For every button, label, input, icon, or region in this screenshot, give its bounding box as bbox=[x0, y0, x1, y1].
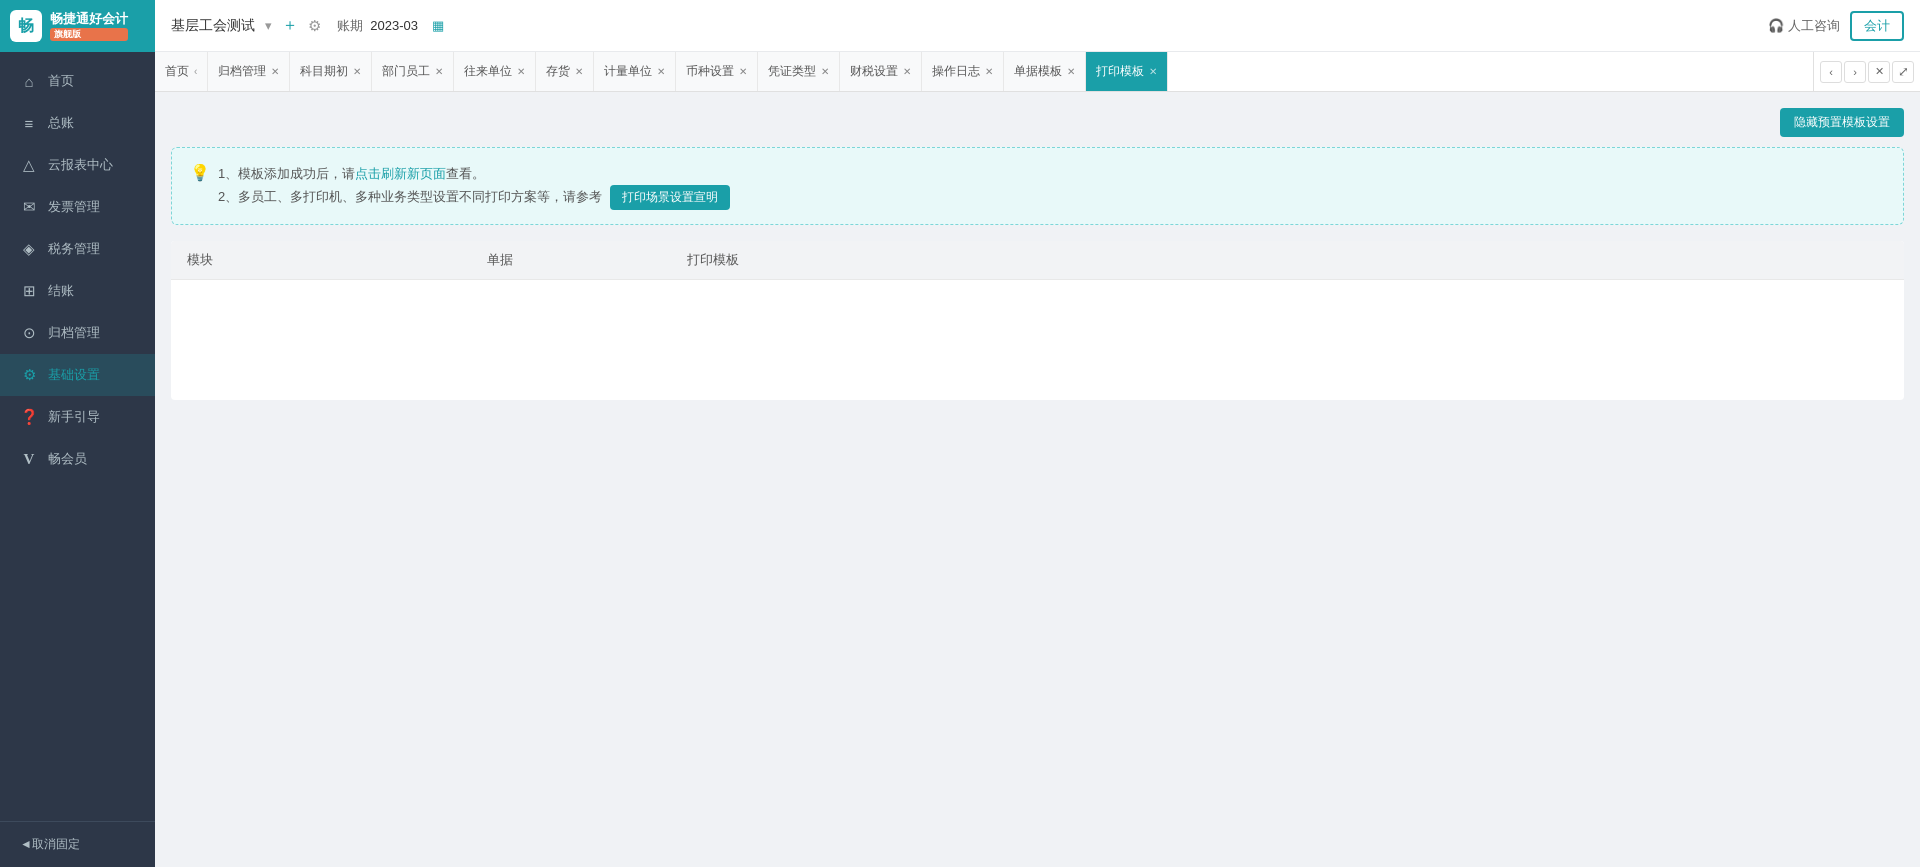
tab-archive[interactable]: 归档管理 ✕ bbox=[208, 52, 290, 91]
sidebar-item-reports[interactable]: △ 云报表中心 bbox=[0, 144, 155, 186]
sidebar-item-tax[interactable]: ◈ 税务管理 bbox=[0, 228, 155, 270]
tab-printtemplate[interactable]: 打印模板 ✕ bbox=[1086, 52, 1168, 91]
lightbulb-icon: 💡 bbox=[190, 163, 210, 182]
tab-currency[interactable]: 币种设置 ✕ bbox=[676, 52, 758, 91]
tab-prev-button[interactable]: ‹ bbox=[1820, 61, 1842, 83]
tab-voucher-close[interactable]: ✕ bbox=[821, 66, 829, 77]
tab-taxsettings[interactable]: 财税设置 ✕ bbox=[840, 52, 922, 91]
notice-box: 💡 1、模板添加成功后，请点击刷新新页面查看。 2、多员工、多打印机、多种业务类… bbox=[171, 147, 1904, 225]
tab-next-button[interactable]: › bbox=[1844, 61, 1866, 83]
headset-icon: 🎧 bbox=[1768, 18, 1784, 33]
sidebar-item-guide[interactable]: ❓ 新手引导 bbox=[0, 396, 155, 438]
table-header: 模块 单据 打印模板 bbox=[171, 241, 1904, 280]
settings-icon: ⚙ bbox=[20, 366, 38, 384]
notice-content: 💡 1、模板添加成功后，请点击刷新新页面查看。 2、多员工、多打印机、多种业务类… bbox=[190, 162, 1885, 210]
refresh-link[interactable]: 点击刷新新页面 bbox=[355, 166, 446, 181]
invoice-icon: ✉ bbox=[20, 198, 38, 216]
home-icon: ⌂ bbox=[20, 73, 38, 90]
tab-printtemplate-close[interactable]: ✕ bbox=[1149, 66, 1157, 77]
tab-dept[interactable]: 部门员工 ✕ bbox=[372, 52, 454, 91]
sidebar-nav: ⌂ 首页 ≡ 总账 △ 云报表中心 ✉ 发票管理 ◈ 税务管理 ⊞ 结账 ⊙ 归… bbox=[0, 52, 155, 821]
tab-inventory-close[interactable]: ✕ bbox=[575, 66, 583, 77]
tab-list: 首页 ‹ 归档管理 ✕ 科目期初 ✕ 部门员工 ✕ 往来单位 ✕ 存货 ✕ bbox=[155, 52, 1813, 91]
company-dropdown-icon[interactable]: ▾ bbox=[265, 18, 272, 33]
tab-taxsettings-close[interactable]: ✕ bbox=[903, 66, 911, 77]
tab-dept-close[interactable]: ✕ bbox=[435, 66, 443, 77]
tab-subject-close[interactable]: ✕ bbox=[353, 66, 361, 77]
tab-unit[interactable]: 计量单位 ✕ bbox=[594, 52, 676, 91]
content-area: 隐藏预置模板设置 💡 1、模板添加成功后，请点击刷新新页面查看。 2、多员工、多… bbox=[155, 92, 1920, 867]
col-doc-header: 单据 bbox=[471, 241, 671, 279]
tab-oplog-close[interactable]: ✕ bbox=[985, 66, 993, 77]
tab-oplog[interactable]: 操作日志 ✕ bbox=[922, 52, 1004, 91]
main-area: 基层工会测试 ▾ ＋ ⚙ 账期 2023-03 ▦ 🎧 人工咨询 会计 首页 ‹… bbox=[155, 0, 1920, 867]
tab-unit-close[interactable]: ✕ bbox=[657, 66, 665, 77]
add-company-icon[interactable]: ＋ bbox=[282, 15, 298, 36]
tab-voucher[interactable]: 凭证类型 ✕ bbox=[758, 52, 840, 91]
period-value: 2023-03 bbox=[370, 18, 418, 33]
sidebar-item-invoice[interactable]: ✉ 发票管理 bbox=[0, 186, 155, 228]
table-body bbox=[171, 280, 1904, 400]
logo-text: 畅捷通好会计 旗舰版 bbox=[50, 11, 128, 41]
logo-icon: 畅 bbox=[10, 10, 42, 42]
checkout-icon: ⊞ bbox=[20, 282, 38, 300]
col-module-header: 模块 bbox=[171, 241, 471, 279]
tab-singleform[interactable]: 单据模板 ✕ bbox=[1004, 52, 1086, 91]
company-name: 基层工会测试 bbox=[171, 17, 255, 35]
tab-inventory[interactable]: 存货 ✕ bbox=[536, 52, 594, 91]
tab-home-arrow: ‹ bbox=[194, 66, 197, 77]
notice-text-block: 1、模板添加成功后，请点击刷新新页面查看。 2、多员工、多打印机、多种业务类型设… bbox=[218, 162, 730, 210]
sidebar-item-archive[interactable]: ⊙ 归档管理 bbox=[0, 312, 155, 354]
topbar-right: 🎧 人工咨询 会计 bbox=[1768, 11, 1904, 41]
sidebar-item-member[interactable]: V 畅会员 bbox=[0, 438, 155, 480]
print-scene-button[interactable]: 打印场景设置宣明 bbox=[610, 185, 730, 210]
tab-supplier-close[interactable]: ✕ bbox=[517, 66, 525, 77]
sidebar-item-settings[interactable]: ⚙ 基础设置 bbox=[0, 354, 155, 396]
guide-icon: ❓ bbox=[20, 408, 38, 426]
reports-icon: △ bbox=[20, 156, 38, 174]
tabbar: 首页 ‹ 归档管理 ✕ 科目期初 ✕ 部门员工 ✕ 往来单位 ✕ 存货 ✕ bbox=[155, 52, 1920, 92]
tab-close-all-button[interactable]: ✕ bbox=[1868, 61, 1890, 83]
unpin-button[interactable]: ◄取消固定 bbox=[0, 821, 155, 867]
sidebar: 畅 畅捷通好会计 旗舰版 ⌂ 首页 ≡ 总账 △ 云报表中心 ✉ 发票管理 ◈ … bbox=[0, 0, 155, 867]
tab-home[interactable]: 首页 ‹ bbox=[155, 52, 208, 91]
notice-line2: 2、多员工、多打印机、多种业务类型设置不同打印方案等，请参考 打印场景设置宣明 bbox=[218, 185, 730, 210]
sidebar-item-checkout[interactable]: ⊞ 结账 bbox=[0, 270, 155, 312]
tax-icon: ◈ bbox=[20, 240, 38, 258]
account-button[interactable]: 会计 bbox=[1850, 11, 1904, 41]
col-template-header: 打印模板 bbox=[671, 241, 1904, 279]
sidebar-item-home[interactable]: ⌂ 首页 bbox=[0, 60, 155, 102]
tab-currency-close[interactable]: ✕ bbox=[739, 66, 747, 77]
member-icon: V bbox=[20, 451, 38, 468]
help-button[interactable]: 🎧 人工咨询 bbox=[1768, 17, 1840, 35]
tab-expand-button[interactable]: ⤢ bbox=[1892, 61, 1914, 83]
template-table: 模块 单据 打印模板 bbox=[171, 241, 1904, 400]
tab-controls: ‹ › ✕ ⤢ bbox=[1813, 52, 1920, 91]
archive-icon: ⊙ bbox=[20, 324, 38, 342]
sidebar-logo: 畅 畅捷通好会计 旗舰版 bbox=[0, 0, 155, 52]
hide-template-button[interactable]: 隐藏预置模板设置 bbox=[1780, 108, 1904, 137]
company-settings-icon[interactable]: ⚙ bbox=[308, 17, 321, 35]
tab-supplier[interactable]: 往来单位 ✕ bbox=[454, 52, 536, 91]
action-bar: 隐藏预置模板设置 bbox=[171, 108, 1904, 137]
topbar: 基层工会测试 ▾ ＋ ⚙ 账期 2023-03 ▦ 🎧 人工咨询 会计 bbox=[155, 0, 1920, 52]
tab-singleform-close[interactable]: ✕ bbox=[1067, 66, 1075, 77]
sidebar-item-ledger[interactable]: ≡ 总账 bbox=[0, 102, 155, 144]
period-label: 账期 2023-03 bbox=[337, 17, 418, 35]
tab-subject[interactable]: 科目期初 ✕ bbox=[290, 52, 372, 91]
ledger-icon: ≡ bbox=[20, 115, 38, 132]
tab-archive-close[interactable]: ✕ bbox=[271, 66, 279, 77]
calendar-icon[interactable]: ▦ bbox=[432, 18, 444, 33]
notice-line1: 1、模板添加成功后，请点击刷新新页面查看。 bbox=[218, 162, 730, 185]
